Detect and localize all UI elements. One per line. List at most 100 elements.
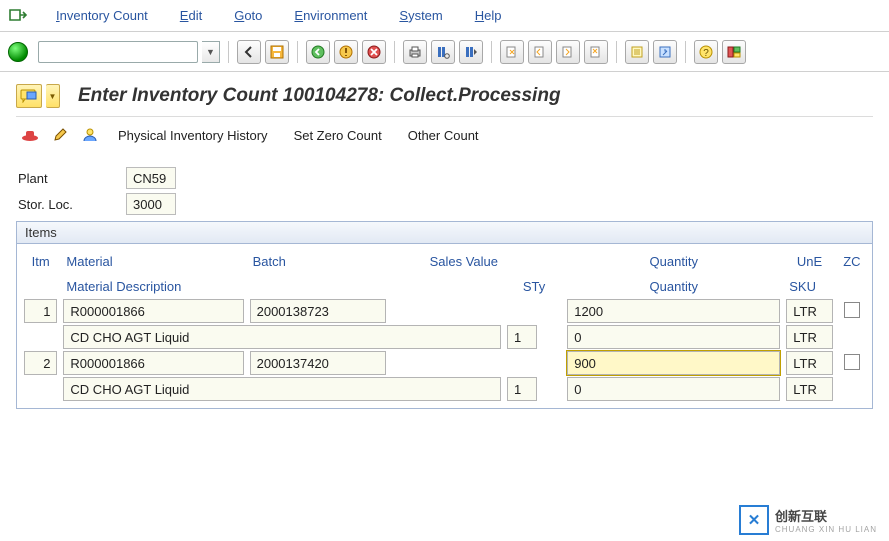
watermark-brand: 创新互联 xyxy=(775,506,877,525)
exit-button[interactable] xyxy=(334,40,358,64)
find-button[interactable] xyxy=(431,40,455,64)
customize-layout-button[interactable] xyxy=(722,40,746,64)
items-grid: Itm Material Batch Sales Value Quantity … xyxy=(17,244,872,408)
header-row-2: Material Description STy Quantity SKU xyxy=(21,273,868,298)
col-itm: Itm xyxy=(21,248,60,273)
object-services-button[interactable] xyxy=(16,84,42,108)
separator xyxy=(228,41,229,63)
quantity2-field[interactable] xyxy=(567,325,780,349)
chevron-down-icon: ▼ xyxy=(49,92,57,101)
command-dropdown[interactable]: ▼ xyxy=(202,41,220,63)
prev-page-button[interactable] xyxy=(528,40,552,64)
quantity-field[interactable] xyxy=(567,299,780,323)
sty-field[interactable] xyxy=(507,325,537,349)
material-field[interactable] xyxy=(63,351,243,375)
batch-field[interactable] xyxy=(250,351,386,375)
action-toolbar: Physical Inventory History Set Zero Coun… xyxy=(16,116,873,161)
separator xyxy=(491,41,492,63)
title-row: ▼ Enter Inventory Count 100104278: Colle… xyxy=(16,84,873,108)
first-page-button[interactable] xyxy=(500,40,524,64)
col-quantity: Quantity xyxy=(564,248,783,273)
zc-checkbox[interactable] xyxy=(844,354,860,370)
une-field[interactable] xyxy=(786,351,833,375)
plant-description xyxy=(179,168,359,188)
col-quantity2: Quantity xyxy=(564,273,783,298)
sty-field[interactable] xyxy=(507,377,537,401)
item-row xyxy=(21,350,868,376)
menu-system[interactable]: System xyxy=(385,4,456,27)
sku-field[interactable] xyxy=(786,377,833,401)
separator xyxy=(685,41,686,63)
menu-help[interactable]: Help xyxy=(461,4,516,27)
menu-inventory-count[interactable]: Inventory Count xyxy=(42,4,162,27)
back-button[interactable] xyxy=(237,40,261,64)
set-zero-count-link[interactable]: Set Zero Count xyxy=(284,126,392,145)
item-number-field[interactable] xyxy=(24,351,57,375)
toolbar: ▼ ? xyxy=(0,32,889,72)
material-field[interactable] xyxy=(63,299,243,323)
col-sku: SKU xyxy=(783,273,836,298)
separator xyxy=(297,41,298,63)
storage-location-value: 3000 xyxy=(126,193,176,215)
item-row-detail xyxy=(21,376,868,402)
nav-back-button[interactable] xyxy=(306,40,330,64)
storage-location-label: Stor. Loc. xyxy=(16,197,126,212)
col-sales-value: Sales Value xyxy=(389,248,504,273)
plant-value: CN59 xyxy=(126,167,176,189)
last-page-button[interactable] xyxy=(584,40,608,64)
svg-text:?: ? xyxy=(703,48,709,59)
watermark-sub: CHUANG XIN HU LIAN xyxy=(775,525,877,534)
sku-field[interactable] xyxy=(786,325,833,349)
pencil-icon xyxy=(52,127,68,143)
other-count-link[interactable]: Other Count xyxy=(398,126,489,145)
print-button[interactable] xyxy=(403,40,427,64)
menu-indicator-icon xyxy=(8,8,28,24)
create-shortcut-button[interactable] xyxy=(653,40,677,64)
person-icon xyxy=(81,127,99,143)
help-button[interactable]: ? xyxy=(694,40,718,64)
separator xyxy=(394,41,395,63)
watermark-logo: ✕ xyxy=(739,505,769,535)
header-row-1: Itm Material Batch Sales Value Quantity … xyxy=(21,248,868,273)
display-header-button[interactable] xyxy=(18,123,42,147)
items-panel-title: Items xyxy=(17,222,872,244)
col-batch: Batch xyxy=(247,248,389,273)
hat-icon xyxy=(21,128,39,142)
col-zc: ZC xyxy=(836,248,868,273)
command-field[interactable] xyxy=(38,41,198,63)
plant-label: Plant xyxy=(16,171,126,186)
material-description-field[interactable] xyxy=(63,325,501,349)
quantity-field[interactable] xyxy=(567,351,780,375)
overview-button[interactable] xyxy=(78,123,102,147)
une-field[interactable] xyxy=(786,299,833,323)
enter-button[interactable] xyxy=(8,42,28,62)
menu-goto[interactable]: Goto xyxy=(220,4,276,27)
item-row xyxy=(21,298,868,324)
next-page-button[interactable] xyxy=(556,40,580,64)
menu-environment[interactable]: Environment xyxy=(280,4,381,27)
physical-inventory-history-link[interactable]: Physical Inventory History xyxy=(108,126,278,145)
item-number-field[interactable] xyxy=(24,299,57,323)
item-row-detail xyxy=(21,324,868,350)
save-button[interactable] xyxy=(265,40,289,64)
cancel-button[interactable] xyxy=(362,40,386,64)
find-next-button[interactable] xyxy=(459,40,483,64)
zc-checkbox[interactable] xyxy=(844,302,860,318)
storage-location-description xyxy=(179,194,359,214)
new-session-button[interactable] xyxy=(625,40,649,64)
menu-edit[interactable]: Edit xyxy=(166,4,216,27)
col-material-desc: Material Description xyxy=(60,273,504,298)
col-une: UnE xyxy=(783,248,836,273)
change-button[interactable] xyxy=(48,123,72,147)
col-sty: STy xyxy=(504,273,564,298)
col-material: Material xyxy=(60,248,246,273)
object-services-dropdown[interactable]: ▼ xyxy=(46,84,60,108)
quantity2-field[interactable] xyxy=(567,377,780,401)
items-panel: Items Itm Material Batch Sales Value Qua… xyxy=(16,221,873,409)
material-description-field[interactable] xyxy=(63,377,501,401)
header-fields: Plant CN59 Stor. Loc. 3000 xyxy=(16,165,873,217)
batch-field[interactable] xyxy=(250,299,386,323)
speech-bubble-icon xyxy=(20,89,38,103)
content-area: ▼ Enter Inventory Count 100104278: Colle… xyxy=(0,72,889,409)
separator xyxy=(616,41,617,63)
